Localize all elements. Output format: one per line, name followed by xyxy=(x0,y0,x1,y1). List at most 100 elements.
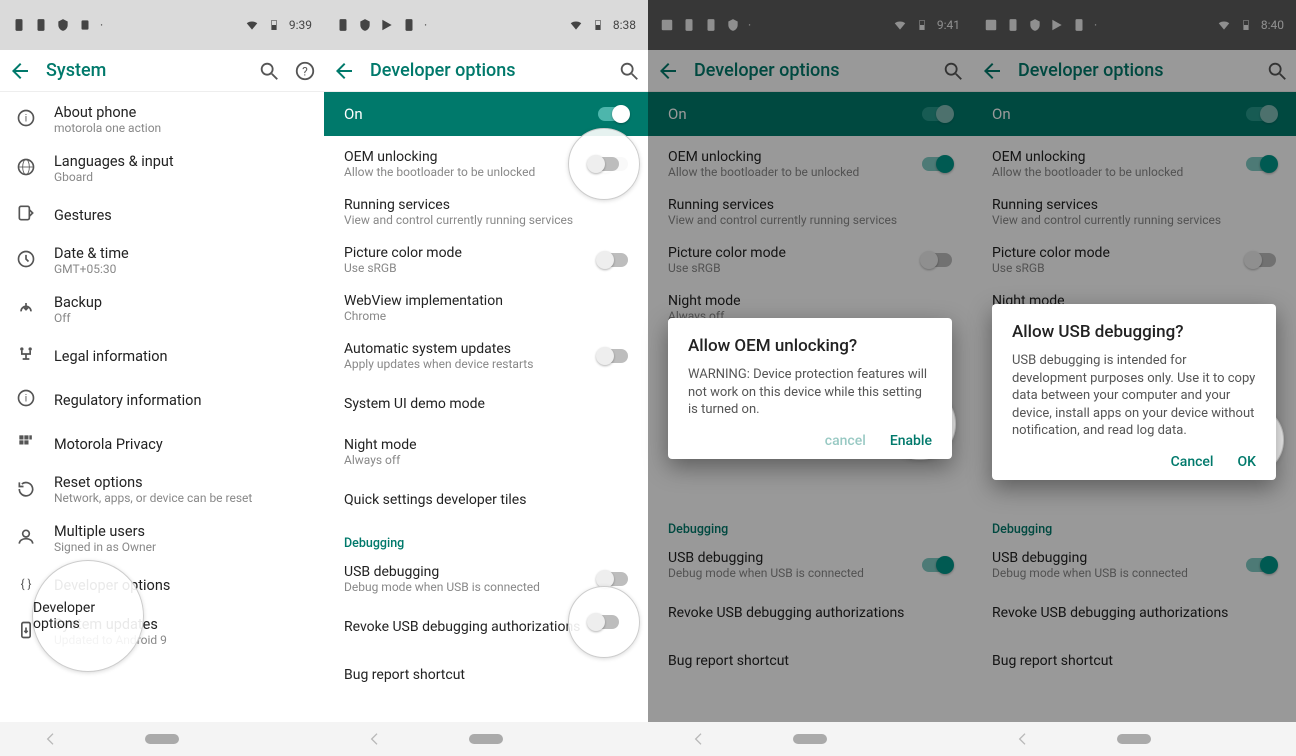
nav-home-icon[interactable] xyxy=(469,734,503,744)
play-icon xyxy=(380,18,394,32)
dev-item[interactable]: Revoke USB debugging authorizations xyxy=(648,589,972,637)
master-switch-banner[interactable]: On xyxy=(648,92,972,136)
page-title: Developer options xyxy=(370,60,618,81)
dev-item[interactable]: Running servicesView and control current… xyxy=(648,188,972,236)
toggle[interactable] xyxy=(598,349,628,363)
cancel-button[interactable]: cancel xyxy=(825,433,866,449)
system-item[interactable]: Gestures xyxy=(0,193,324,237)
dev-item[interactable]: Running servicesView and control current… xyxy=(324,188,648,236)
master-switch[interactable] xyxy=(598,107,628,121)
sim-icon xyxy=(682,18,696,32)
enable-button[interactable]: Enable xyxy=(890,433,932,449)
toggle[interactable] xyxy=(1246,157,1276,171)
row-title: Automatic system updates xyxy=(344,341,598,357)
nav-home-icon[interactable] xyxy=(145,734,179,744)
dev-item[interactable]: Bug report shortcut xyxy=(972,637,1296,685)
row-title: Bug report shortcut xyxy=(992,653,1276,669)
back-icon[interactable] xyxy=(980,59,1004,83)
status-time: 8:40 xyxy=(1261,18,1284,32)
help-icon[interactable]: ? xyxy=(294,60,316,82)
nav-back-icon[interactable] xyxy=(43,731,59,747)
system-item[interactable]: BackupOff xyxy=(0,286,324,335)
system-item[interactable]: Motorola Privacy xyxy=(0,422,324,466)
dev-item[interactable]: Running servicesView and control current… xyxy=(972,188,1296,236)
dev-item[interactable]: OEM unlockingAllow the bootloader to be … xyxy=(972,140,1296,188)
dev-item[interactable]: USB debuggingDebug mode when USB is conn… xyxy=(324,555,648,603)
nav-home-icon[interactable] xyxy=(1117,734,1151,744)
dev-item[interactable]: Picture color modeUse sRGB xyxy=(972,236,1296,284)
shield-icon xyxy=(56,18,70,32)
row-icon: i xyxy=(16,108,36,132)
master-switch[interactable] xyxy=(1246,107,1276,121)
back-icon[interactable] xyxy=(8,59,32,83)
system-item[interactable]: { } Developer options xyxy=(0,564,324,608)
wifi-icon xyxy=(569,18,583,32)
row-icon xyxy=(16,344,36,368)
toggle[interactable] xyxy=(922,558,952,572)
master-switch[interactable] xyxy=(922,107,952,121)
search-icon[interactable] xyxy=(942,60,964,82)
back-icon[interactable] xyxy=(656,59,680,83)
nav-back-icon[interactable] xyxy=(691,731,707,747)
toggle[interactable] xyxy=(1246,558,1276,572)
system-item[interactable]: Languages & inputGboard xyxy=(0,145,324,194)
system-item[interactable]: Multiple usersSigned in as Owner xyxy=(0,515,324,564)
shield-icon xyxy=(726,18,740,32)
toggle[interactable] xyxy=(922,157,952,171)
search-icon[interactable] xyxy=(1266,60,1288,82)
system-item[interactable]: Date & timeGMT+05:30 xyxy=(0,237,324,286)
row-subtitle: Updated to Android 9 xyxy=(54,633,308,649)
toggle[interactable] xyxy=(598,157,628,171)
search-icon[interactable] xyxy=(618,60,640,82)
dev-item[interactable]: Picture color modeUse sRGB xyxy=(324,236,648,284)
row-subtitle: View and control currently running servi… xyxy=(668,213,952,227)
dev-item[interactable]: OEM unlockingAllow the bootloader to be … xyxy=(324,140,648,188)
master-switch-banner[interactable]: On xyxy=(972,92,1296,136)
dev-item[interactable]: WebView implementationChrome xyxy=(324,284,648,332)
wifi-icon xyxy=(245,18,259,32)
panel-dev-options: · 8:38 Developer options On OEM unlockin… xyxy=(324,0,648,756)
row-title: Quick settings developer tiles xyxy=(344,492,628,508)
nav-back-icon[interactable] xyxy=(367,731,383,747)
panel-dev-options-usb-dialog: · 8:40 Developer options On OEM unlockin… xyxy=(972,0,1296,756)
dev-item[interactable]: System UI demo mode xyxy=(324,380,648,428)
system-item[interactable]: i About phonemotorola one action xyxy=(0,96,324,145)
toggle[interactable] xyxy=(598,572,628,586)
nav-back-icon[interactable] xyxy=(1015,731,1031,747)
ok-button[interactable]: OK xyxy=(1238,454,1257,470)
dot-icon: · xyxy=(1094,18,1097,32)
toggle[interactable] xyxy=(922,253,952,267)
toggle[interactable] xyxy=(1246,253,1276,267)
master-switch-banner[interactable]: On xyxy=(324,92,648,136)
dev-item[interactable]: Revoke USB debugging authorizations xyxy=(324,603,648,651)
system-item[interactable]: Reset optionsNetwork, apps, or device ca… xyxy=(0,466,324,515)
dot-icon: · xyxy=(424,18,427,32)
wifi-icon xyxy=(1217,18,1231,32)
dev-item[interactable]: Bug report shortcut xyxy=(324,651,648,699)
dev-item[interactable]: Picture color modeUse sRGB xyxy=(648,236,972,284)
row-subtitle: Allow the bootloader to be unlocked xyxy=(668,165,922,179)
dev-item[interactable]: Bug report shortcut xyxy=(648,637,972,685)
svg-text:{ }: { } xyxy=(21,577,32,591)
dev-item[interactable]: Quick settings developer tiles xyxy=(324,476,648,524)
search-icon[interactable] xyxy=(258,60,280,82)
back-icon[interactable] xyxy=(332,59,356,83)
dev-item[interactable]: Revoke USB debugging authorizations xyxy=(972,589,1296,637)
dev-item[interactable]: USB debuggingDebug mode when USB is conn… xyxy=(972,541,1296,589)
system-item[interactable]: System updatesUpdated to Android 9 xyxy=(0,608,324,657)
system-item[interactable]: Legal information xyxy=(0,334,324,378)
row-title: Developer options xyxy=(54,577,308,594)
toggle[interactable] xyxy=(598,253,628,267)
settings-list: i About phonemotorola one action Languag… xyxy=(0,92,324,722)
dev-item[interactable]: USB debuggingDebug mode when USB is conn… xyxy=(648,541,972,589)
shield-icon xyxy=(358,18,372,32)
row-title: Date & time xyxy=(54,245,308,262)
dev-item[interactable]: Automatic system updatesApply updates wh… xyxy=(324,332,648,380)
dev-item[interactable]: OEM unlockingAllow the bootloader to be … xyxy=(648,140,972,188)
section-header: Debugging xyxy=(648,510,972,541)
dev-item[interactable]: Night modeAlways off xyxy=(324,428,648,476)
system-item[interactable]: i Regulatory information xyxy=(0,378,324,422)
status-time: 8:38 xyxy=(613,18,636,32)
cancel-button[interactable]: Cancel xyxy=(1171,454,1214,470)
nav-home-icon[interactable] xyxy=(793,734,827,744)
